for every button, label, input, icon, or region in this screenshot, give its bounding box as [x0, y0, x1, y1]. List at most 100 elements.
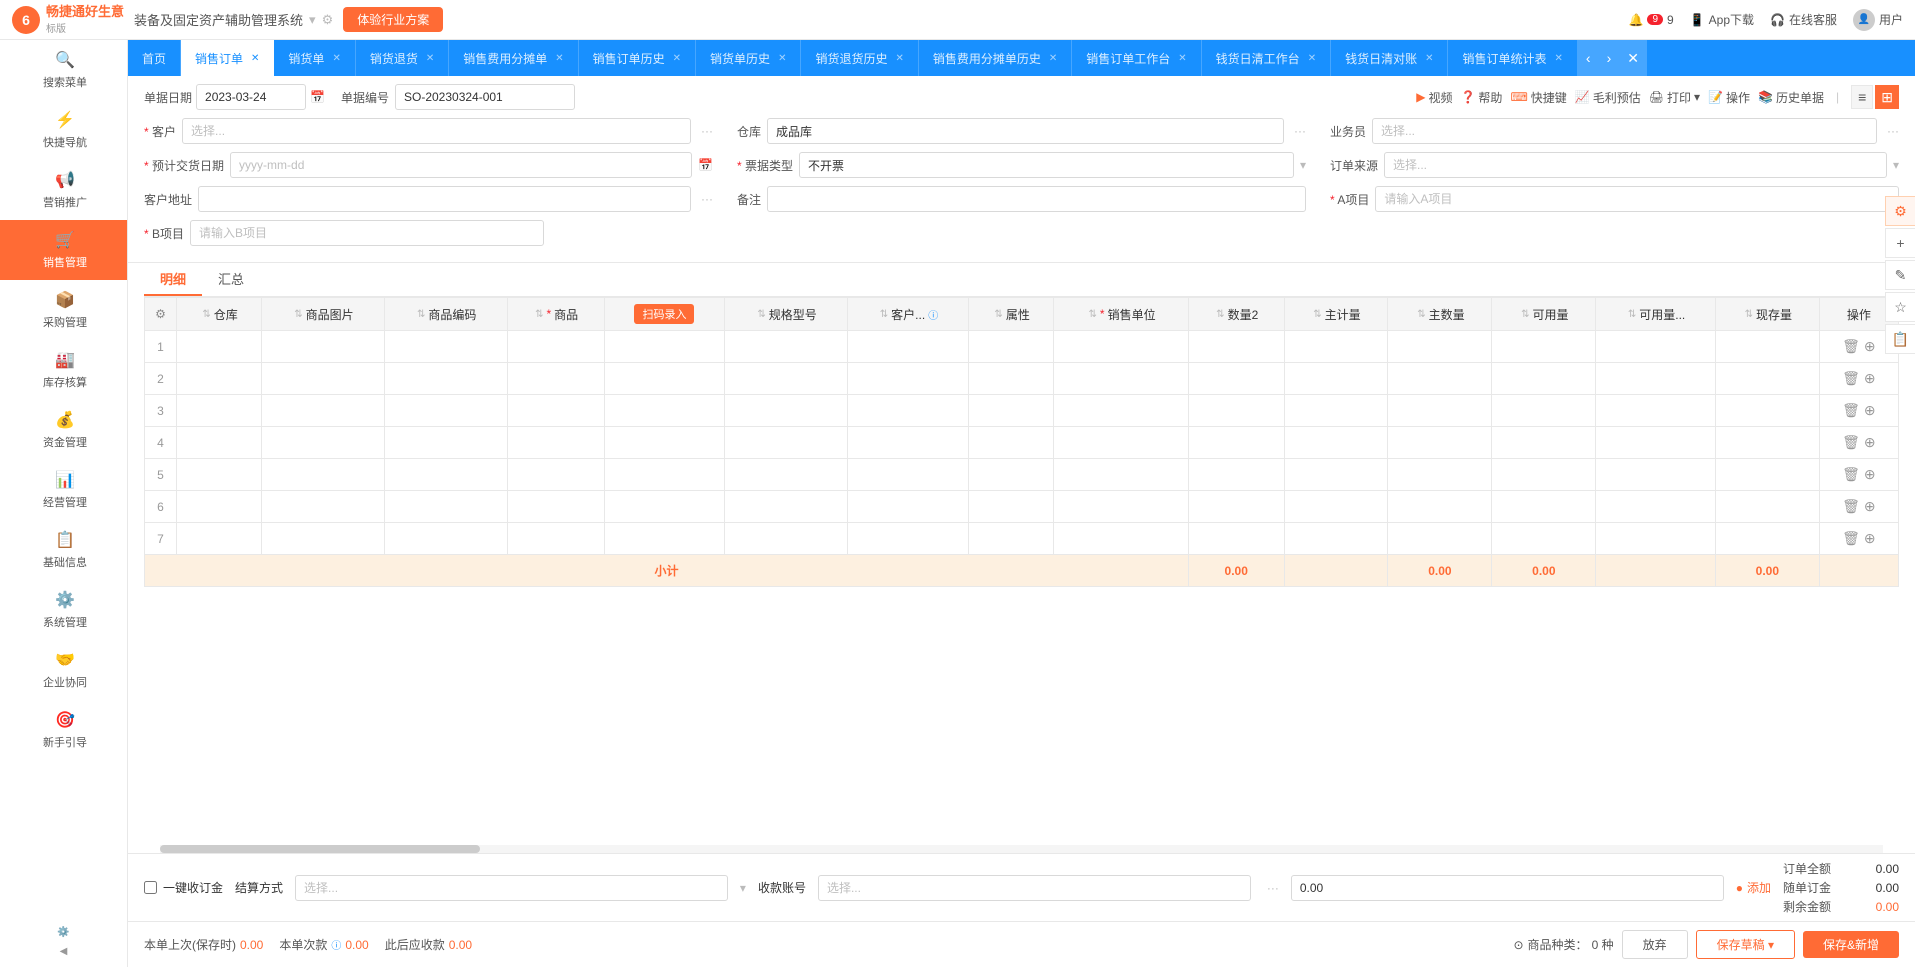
tab-close-icon[interactable]: ✕	[251, 53, 259, 64]
copy-row-btn[interactable]: ⊕	[1864, 498, 1876, 515]
tab-sales-order[interactable]: 销售订单 ✕	[181, 40, 274, 76]
tab-detail[interactable]: 明细	[144, 263, 202, 296]
sort-icon[interactable]: ⇅	[1089, 309, 1097, 320]
right-float-1[interactable]: ⚙	[1885, 196, 1915, 226]
user-avatar-area[interactable]: 👤 用户	[1853, 9, 1903, 31]
delete-row-btn[interactable]: 🗑	[1842, 530, 1860, 547]
add-payment-btn[interactable]: ● 添加	[1736, 879, 1771, 896]
delete-row-btn[interactable]: 🗑	[1842, 402, 1860, 419]
tab-more-btn[interactable]: ✕	[1619, 40, 1647, 76]
invoice-dropdown-icon[interactable]: ▾	[1300, 158, 1306, 172]
delete-row-btn[interactable]: 🗑	[1842, 434, 1860, 451]
account-more-btn[interactable]: ···	[1267, 881, 1279, 895]
tab-close-icon[interactable]: ✕	[332, 53, 340, 64]
invoice-type-input[interactable]	[799, 152, 1294, 178]
industry-solution-button[interactable]: 体验行业方案	[343, 7, 443, 32]
col-settings-icon[interactable]: ⚙	[155, 307, 166, 321]
sidebar-item-finance[interactable]: 💰 资金管理	[0, 400, 127, 460]
scan-button[interactable]: 扫码录入	[634, 304, 694, 324]
row-mainqty-1[interactable]	[1388, 331, 1492, 363]
sidebar-item-system[interactable]: ⚙️ 系统管理	[0, 580, 127, 640]
tab-cash-daily-reconcile[interactable]: 钱货日清对账 ✕	[1331, 40, 1448, 76]
sort-icon[interactable]: ⇅	[1745, 309, 1753, 320]
delivery-date-input[interactable]	[230, 152, 692, 178]
system-dropdown-icon[interactable]: ▾	[309, 12, 316, 28]
system-settings-icon[interactable]: ⚙	[322, 12, 334, 28]
sidebar-item-marketing[interactable]: 📢 营销推广	[0, 160, 127, 220]
tab-sales-refund[interactable]: 销货退货 ✕	[356, 40, 449, 76]
payment-method-input[interactable]	[295, 875, 728, 901]
copy-row-btn[interactable]: ⊕	[1864, 402, 1876, 419]
discard-button[interactable]: 放弃	[1622, 930, 1688, 959]
tab-close-icon[interactable]: ✕	[1049, 53, 1057, 64]
row-product-1[interactable]	[507, 331, 604, 363]
customer-address-input[interactable]	[198, 186, 691, 212]
tab-sales-refund-history[interactable]: 销货退货历史 ✕	[801, 40, 918, 76]
delete-row-btn[interactable]: 🗑	[1842, 370, 1860, 387]
profit-btn[interactable]: 📈 毛利预估	[1575, 89, 1641, 106]
row-qty2-1[interactable]	[1188, 331, 1284, 363]
tab-sales-fee-history[interactable]: 销售费用分摊单历史 ✕	[919, 40, 1072, 76]
warehouse-more-btn[interactable]: ···	[1294, 124, 1306, 138]
tab-cash-daily-clear[interactable]: 钱货日清工作台 ✕	[1202, 40, 1331, 76]
right-float-5[interactable]: 📋	[1885, 324, 1915, 354]
row-code-1[interactable]	[384, 331, 507, 363]
tab-next-btn[interactable]: ›	[1599, 40, 1620, 76]
sort-icon[interactable]: ⇅	[535, 309, 543, 320]
calendar-icon[interactable]: 📅	[310, 90, 325, 104]
sidebar-settings-btn[interactable]: ⚙️	[57, 927, 69, 938]
amount-input[interactable]	[1291, 875, 1724, 901]
customer-input[interactable]	[182, 118, 691, 144]
save-draft-dropdown-icon[interactable]: ▾	[1768, 938, 1774, 952]
tab-sales-order-history[interactable]: 销售订单历史 ✕	[579, 40, 696, 76]
notification-area[interactable]: 🔔 9 9	[1629, 13, 1674, 27]
sidebar-collapse-btn[interactable]: ◀	[60, 946, 68, 957]
shortcuts-btn[interactable]: ⌨ 快捷键	[1510, 89, 1566, 106]
copy-row-btn[interactable]: ⊕	[1864, 530, 1876, 547]
quick-order-checkbox[interactable]	[144, 881, 157, 894]
tab-prev-btn[interactable]: ‹	[1578, 40, 1599, 76]
current-save-info-icon[interactable]: ⓘ	[331, 937, 341, 952]
sort-icon[interactable]: ⇅	[202, 309, 210, 320]
tab-home[interactable]: 首页	[128, 40, 181, 76]
tab-sales-return-history[interactable]: 销货单历史 ✕	[696, 40, 801, 76]
online-service-btn[interactable]: 🎧 在线客服	[1770, 11, 1837, 28]
b-project-input[interactable]	[190, 220, 544, 246]
copy-row-btn[interactable]: ⊕	[1864, 370, 1876, 387]
tab-sales-order-workbench[interactable]: 销售订单工作台 ✕	[1072, 40, 1201, 76]
tab-sales-fee-split[interactable]: 销售费用分摊单 ✕	[449, 40, 578, 76]
tab-close-icon[interactable]: ✕	[895, 53, 903, 64]
sort-icon[interactable]: ⇅	[1628, 309, 1636, 320]
history-btn[interactable]: 📚 历史单据	[1758, 89, 1824, 106]
sidebar-item-quick[interactable]: ⚡ 快捷导航	[0, 100, 127, 160]
right-float-2[interactable]: +	[1885, 228, 1915, 258]
operations-btn[interactable]: 📝 操作	[1708, 89, 1750, 106]
sort-icon[interactable]: ⇅	[994, 309, 1002, 320]
sidebar-item-search[interactable]: 🔍 搜索菜单	[0, 40, 127, 100]
sort-icon[interactable]: ⇅	[880, 309, 888, 320]
copy-row-btn[interactable]: ⊕	[1864, 466, 1876, 483]
tab-close-icon[interactable]: ✕	[1178, 53, 1186, 64]
delivery-cal-icon[interactable]: 📅	[698, 158, 713, 172]
notes-input[interactable]	[767, 186, 1306, 212]
order-no-input[interactable]	[395, 84, 575, 110]
sort-icon[interactable]: ⇅	[294, 309, 302, 320]
sidebar-item-purchase[interactable]: 📦 采购管理	[0, 280, 127, 340]
copy-row-btn[interactable]: ⊕	[1864, 338, 1876, 355]
layout-list-btn[interactable]: ≡	[1851, 85, 1873, 109]
sort-icon[interactable]: ⇅	[417, 309, 425, 320]
preview-btn[interactable]: ▶ 视频	[1416, 89, 1452, 106]
sort-icon[interactable]: ⇅	[1521, 309, 1529, 320]
row-custcode-1[interactable]	[847, 331, 968, 363]
delete-row-btn[interactable]: 🗑	[1842, 498, 1860, 515]
row-warehouse-1[interactable]	[177, 331, 262, 363]
customer-more-btn[interactable]: ···	[701, 124, 713, 138]
sidebar-item-enterprise[interactable]: 🤝 企业协同	[0, 640, 127, 700]
right-float-3[interactable]: ✎	[1885, 260, 1915, 290]
tab-close-icon[interactable]: ✕	[1308, 53, 1316, 64]
sort-icon[interactable]: ⇅	[757, 309, 765, 320]
horizontal-scrollbar[interactable]	[160, 845, 1883, 853]
tab-close-icon[interactable]: ✕	[673, 53, 681, 64]
save-new-button[interactable]: 保存&新增	[1803, 931, 1899, 958]
sort-icon[interactable]: ⇅	[1216, 309, 1224, 320]
